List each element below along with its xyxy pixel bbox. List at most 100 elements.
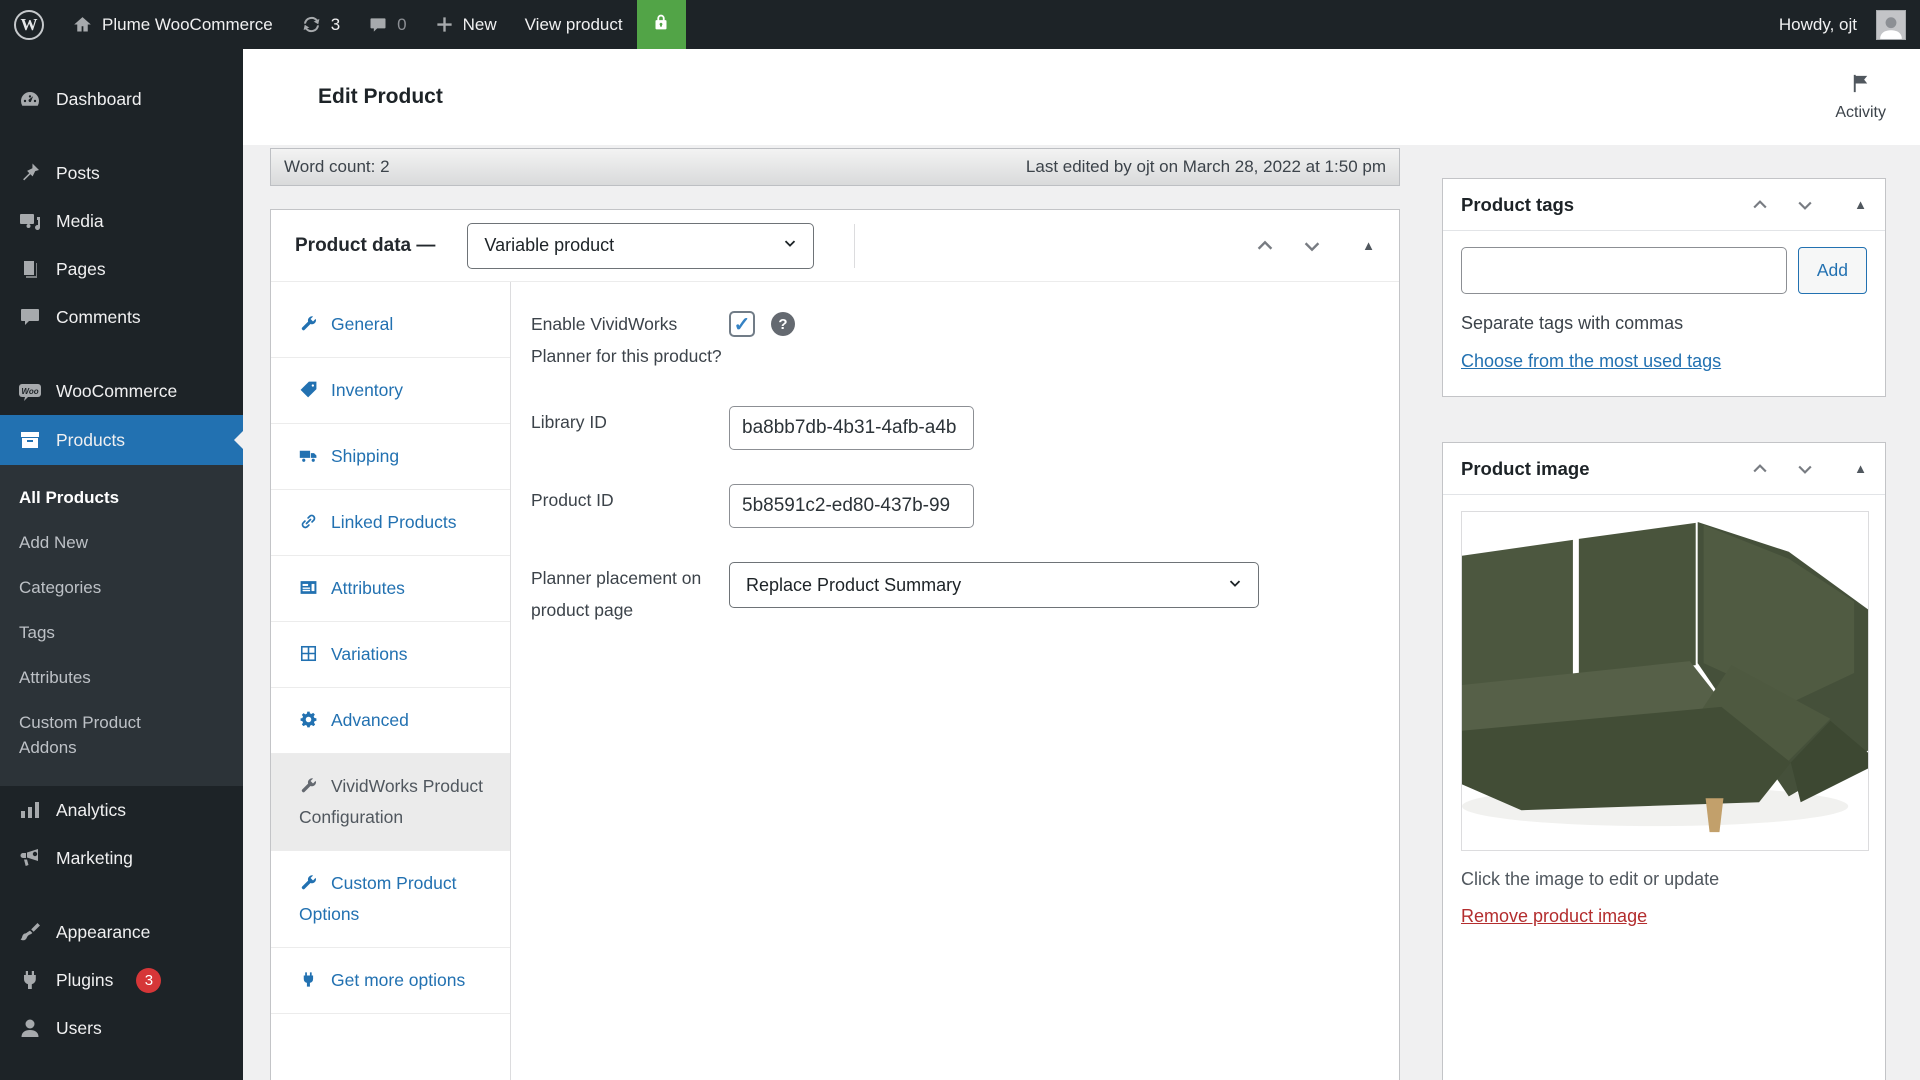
sidebar-item-plugins[interactable]: Plugins 3 — [0, 956, 243, 1004]
megaphone-icon — [18, 846, 42, 870]
move-up-icon[interactable] — [1750, 195, 1770, 215]
tags-hint: Separate tags with commas — [1461, 313, 1684, 333]
tab-advanced[interactable]: Advanced — [271, 688, 510, 754]
submenu-custom-product-addons[interactable]: Custom Product Addons — [0, 700, 210, 770]
move-down-icon[interactable] — [1795, 459, 1815, 479]
collapse-toggle-icon[interactable]: ▲ — [1362, 238, 1375, 253]
sidebar-item-label: Comments — [56, 306, 141, 327]
tab-inventory[interactable]: Inventory — [271, 358, 510, 424]
pages-icon — [18, 257, 42, 281]
product-image-header: Product image ▲ — [1443, 443, 1885, 495]
wordpress-menu[interactable]: W — [0, 0, 58, 49]
submenu-tags[interactable]: Tags — [0, 610, 243, 655]
move-down-icon[interactable] — [1795, 195, 1815, 215]
tab-custom-product-options[interactable]: Custom Product Options — [271, 851, 510, 948]
add-tag-button[interactable]: Add — [1797, 247, 1867, 294]
enable-planner-checkbox[interactable]: ✓ — [729, 311, 755, 337]
wrench-icon — [299, 774, 318, 793]
right-column: Product tags ▲ Add Separate tags with co… — [1442, 178, 1886, 1080]
site-link[interactable]: Plume WooCommerce — [58, 0, 287, 49]
tab-linked-products[interactable]: Linked Products — [271, 490, 510, 556]
product-data-title: Product data — — [295, 234, 436, 256]
planner-placement-select[interactable]: Replace Product Summary — [729, 562, 1259, 608]
planner-placement-label: Planner placement on product page — [531, 568, 702, 620]
plugin-icon — [18, 968, 42, 992]
sidebar-item-analytics[interactable]: Analytics — [0, 786, 243, 834]
tab-label: Inventory — [331, 380, 403, 400]
sidebar-item-appearance[interactable]: Appearance — [0, 908, 243, 956]
plus-icon — [435, 15, 454, 34]
planner-placement-value: Replace Product Summary — [746, 574, 962, 595]
sidebar-item-pages[interactable]: Pages — [0, 245, 243, 293]
new-menu[interactable]: New — [421, 0, 511, 49]
plugin-icon — [299, 968, 318, 987]
image-hint: Click the image to edit or update — [1461, 869, 1720, 889]
sidebar-item-products[interactable]: Products — [0, 415, 243, 465]
tab-shipping[interactable]: Shipping — [271, 424, 510, 490]
my-account[interactable]: Howdy, ojt — [1765, 9, 1920, 40]
tab-label: VividWorks Product Configuration — [299, 776, 484, 827]
product-type-select[interactable]: Variable product — [467, 222, 815, 269]
admin-sidebar: Dashboard Posts Media Pages Comments Woo… — [0, 49, 243, 1080]
comments-item[interactable]: 0 — [354, 0, 420, 49]
site-name: Plume WooCommerce — [102, 14, 273, 34]
tab-attributes[interactable]: Attributes — [271, 556, 510, 622]
word-count: Word count: 2 — [284, 157, 390, 176]
view-product-link[interactable]: View product — [511, 0, 637, 49]
product-image-body: Click the image to edit or update Remove… — [1443, 495, 1885, 943]
help-icon[interactable]: ? — [771, 312, 795, 336]
move-down-icon[interactable] — [1301, 235, 1323, 257]
chevron-down-icon — [781, 234, 799, 257]
move-up-icon[interactable] — [1254, 235, 1276, 257]
product-image-thumbnail[interactable] — [1461, 511, 1869, 851]
tab-get-more-options[interactable]: Get more options — [271, 948, 510, 1014]
sidebar-item-posts[interactable]: Posts — [0, 149, 243, 197]
add-tag-row: Add — [1461, 247, 1867, 294]
tab-variations[interactable]: Variations — [271, 622, 510, 688]
activity-button[interactable]: Activity — [1835, 72, 1886, 122]
sidebar-item-media[interactable]: Media — [0, 197, 243, 245]
sidebar-item-comments[interactable]: Comments — [0, 293, 243, 341]
sidebar-item-marketing[interactable]: Marketing — [0, 834, 243, 882]
tab-general[interactable]: General — [271, 292, 510, 358]
sidebar-item-label: Dashboard — [56, 88, 142, 109]
lock-icon — [650, 11, 672, 38]
tab-vividworks-product-configuration[interactable]: VividWorks Product Configuration — [271, 754, 510, 851]
remove-product-image-link[interactable]: Remove product image — [1461, 906, 1647, 927]
product-tags-panel: Product tags ▲ Add Separate tags with co… — [1442, 178, 1886, 397]
product-id-label: Product ID — [531, 490, 614, 510]
product-id-input[interactable] — [729, 484, 974, 528]
enable-planner-row: Enable VividWorks Planner for this produ… — [531, 308, 1373, 372]
sidebar-item-dashboard[interactable]: Dashboard — [0, 75, 243, 123]
updates-item[interactable]: 3 — [287, 0, 354, 49]
new-tag-input[interactable] — [1461, 247, 1787, 294]
main-content: Edit Product Activity Word count: 2 Last… — [243, 49, 1920, 1080]
bar-chart-icon — [18, 798, 42, 822]
tab-label: Get more options — [331, 970, 466, 990]
howdy-text: Howdy, ojt — [1778, 14, 1857, 34]
most-used-tags-link[interactable]: Choose from the most used tags — [1461, 351, 1721, 372]
postbox-order-controls: ▲ — [1750, 459, 1867, 479]
sidebar-item-woocommerce[interactable]: Woo WooCommerce — [0, 367, 243, 415]
sidebar-item-users[interactable]: Users — [0, 1004, 243, 1052]
product-tags-title: Product tags — [1461, 193, 1575, 215]
comments-icon — [18, 305, 42, 329]
sidebar-item-label: Analytics — [56, 799, 127, 820]
submenu-categories[interactable]: Categories — [0, 565, 243, 610]
media-icon — [18, 209, 42, 233]
activity-label: Activity — [1835, 104, 1886, 121]
submenu-attributes[interactable]: Attributes — [0, 655, 243, 700]
page-title: Edit Product — [318, 85, 443, 108]
ssl-lock-button[interactable] — [636, 0, 686, 49]
move-up-icon[interactable] — [1750, 459, 1770, 479]
tag-icon — [299, 378, 318, 398]
woocommerce-icon: Woo — [18, 379, 42, 403]
submenu-all-products[interactable]: All Products — [0, 475, 243, 520]
library-id-input[interactable] — [729, 406, 974, 450]
collapse-toggle-icon[interactable]: ▲ — [1854, 197, 1867, 212]
sidebar-item-label: Appearance — [56, 921, 151, 942]
user-icon — [18, 1016, 42, 1040]
submenu-add-new[interactable]: Add New — [0, 520, 243, 565]
collapse-toggle-icon[interactable]: ▲ — [1854, 461, 1867, 476]
flag-icon — [1849, 72, 1872, 100]
